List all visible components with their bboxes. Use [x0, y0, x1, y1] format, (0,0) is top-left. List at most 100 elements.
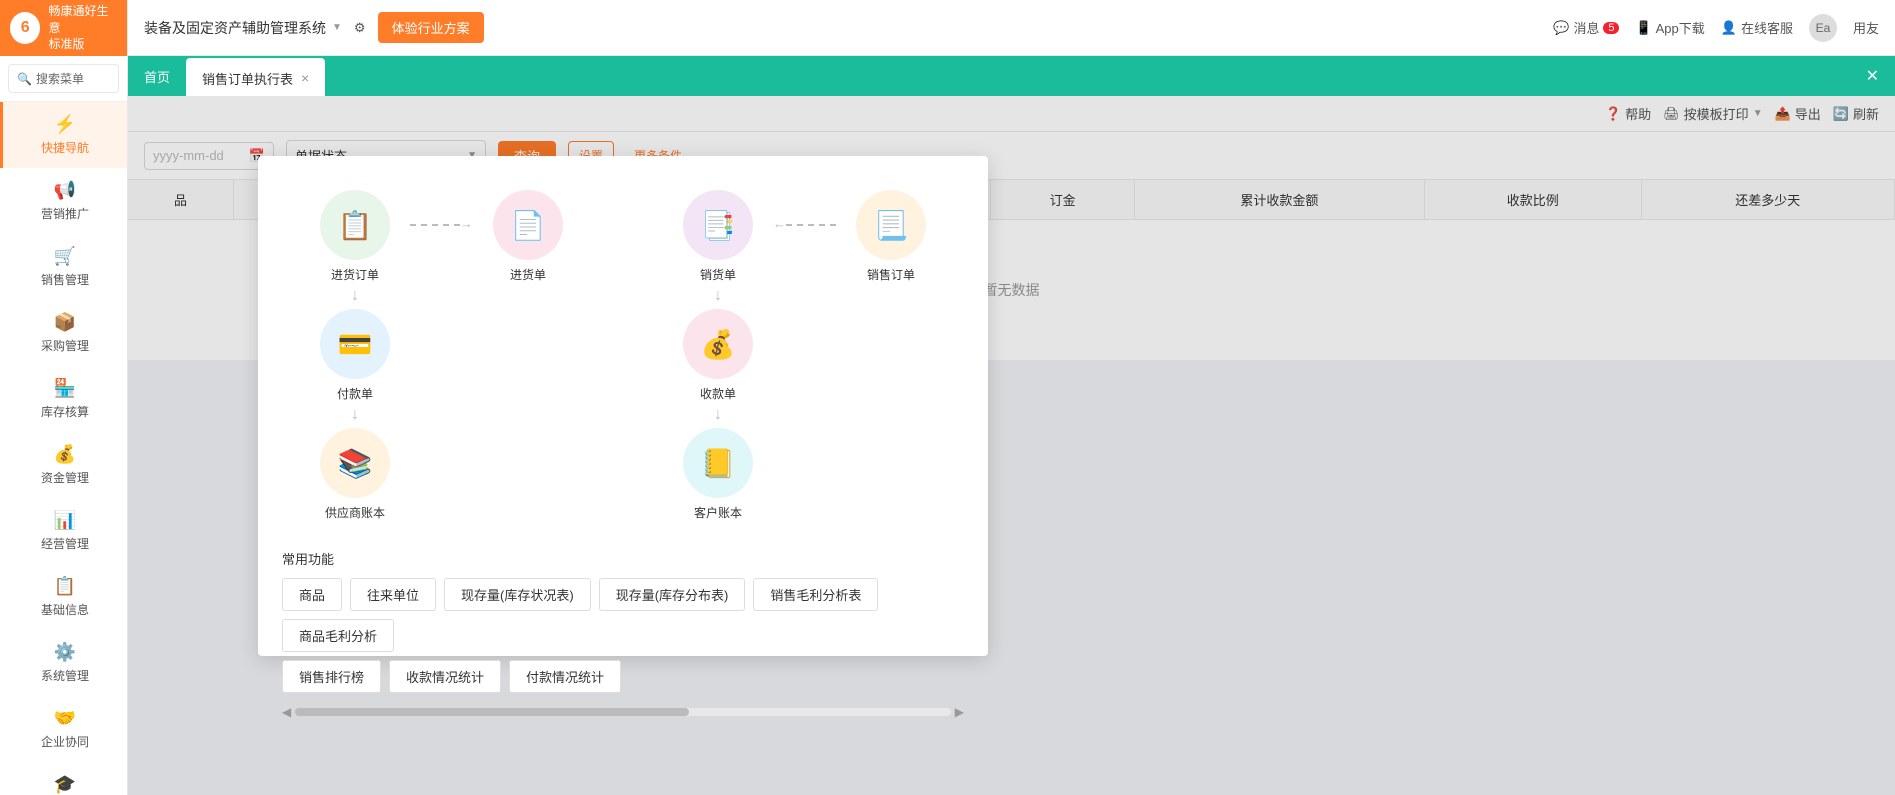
inventory-icon: 🏪 [54, 378, 76, 399]
user-button[interactable]: 用友 [1853, 18, 1879, 37]
btn-sales-profit[interactable]: 销售毛利分析表 [753, 578, 878, 611]
scroll-right-arrow[interactable]: ▶ [955, 705, 964, 719]
scroll-track[interactable] [295, 708, 951, 716]
flow-node-purchase-bill[interactable]: 📄 进货单 [473, 190, 583, 283]
message-button[interactable]: 💬 消息 5 [1553, 18, 1619, 37]
flow-right-col: 📃 销售订单 [836, 190, 946, 283]
operation-icon: 📊 [54, 510, 76, 531]
sidebar-item-inventory-label: 库存核算 [41, 403, 89, 420]
service-icon: 👤 [1721, 20, 1737, 36]
tab-home[interactable]: 首页 [128, 56, 186, 96]
tab-bar: 首页 销售订单执行表 × ✕ [128, 56, 1895, 96]
content-area: ❓ 帮助 🖨 按模板打印 ▼ 📤 导出 🔄 刷新 [128, 96, 1895, 795]
message-icon: 💬 [1553, 20, 1569, 36]
settings-button[interactable]: ⚙ [354, 20, 366, 36]
flow-mid-left-col: 📄 进货单 [473, 190, 583, 283]
arrow-down-4: ↓ [683, 402, 753, 428]
flow-node-customer[interactable]: 📒 客户账本 [663, 428, 773, 521]
sidebar-item-basic[interactable]: 📋 基础信息 [0, 564, 127, 630]
sidebar-item-collab-label: 企业协同 [41, 733, 89, 750]
sidebar-item-system[interactable]: ⚙️ 系统管理 [0, 630, 127, 696]
flow-mid-right-col: 📑 销货单 ↓ 💰 收款单 [663, 190, 773, 521]
payment-label: 付款单 [337, 385, 373, 402]
sidebar-item-quick-label: 快捷导航 [41, 139, 89, 156]
supplier-icon: 📚 [320, 428, 390, 498]
purchase-order-icon: 📋 [320, 190, 390, 260]
common-functions-title: 常用功能 [282, 549, 964, 568]
sidebar-item-marketing[interactable]: 📢 营销推广 [0, 168, 127, 234]
sidebar-item-quick[interactable]: ⚡ 快捷导航 [0, 102, 127, 168]
arrow-down-1: ↓ [320, 283, 390, 309]
quick-icon: ⚡ [54, 114, 76, 135]
arrow-h-1: → [410, 190, 473, 231]
top-header: 装备及固定资产辅助管理系统 ▼ ⚙ 体验行业方案 💬 消息 5 📱 App下载 … [128, 0, 1895, 56]
gear-icon: ⚙ [354, 20, 366, 36]
sidebar-item-system-label: 系统管理 [41, 667, 89, 684]
customer-label: 客户账本 [694, 504, 742, 521]
payment-icon: 💳 [320, 309, 390, 379]
common-btns-row1: 商品 往来单位 现存量(库存状况表) 现存量(库存分布表) 销售毛利分析表 商品… [282, 578, 964, 652]
flow-node-supplier[interactable]: 📚 供应商账本 [300, 428, 410, 521]
experience-button[interactable]: 体验行业方案 [378, 12, 484, 43]
btn-stock-dist[interactable]: 现存量(库存分布表) [599, 578, 746, 611]
sidebar-item-guide[interactable]: 🎓 新手引导 [0, 762, 127, 795]
arrow-down-3: ↓ [683, 283, 753, 309]
sidebar-logo: 6 畅康通好生意 标准版 [0, 0, 127, 56]
search-icon: 🔍 [17, 72, 32, 86]
btn-product-profit[interactable]: 商品毛利分析 [282, 619, 394, 652]
online-service-button[interactable]: 👤 在线客服 [1721, 18, 1793, 37]
scroll-bar: ◀ ▶ [282, 705, 964, 719]
sidebar-item-purchase[interactable]: 📦 采购管理 [0, 300, 127, 366]
btn-receipt-stats[interactable]: 收款情况统计 [389, 660, 501, 693]
purchase-bill-label: 进货单 [510, 266, 546, 283]
receipt-label: 收款单 [700, 385, 736, 402]
sidebar: 6 畅康通好生意 标准版 🔍 搜索菜单 ⚡ 快捷导航 📢 营销推广 🛒 [0, 0, 128, 795]
btn-payment-stats[interactable]: 付款情况统计 [509, 660, 621, 693]
flow-node-payment[interactable]: 💳 付款单 [300, 309, 410, 402]
sidebar-item-inventory[interactable]: 🏪 库存核算 [0, 366, 127, 432]
message-label: 消息 [1573, 18, 1599, 37]
flow-node-purchase-order[interactable]: 📋 进货订单 [300, 190, 410, 283]
user-label: 用友 [1853, 18, 1879, 37]
common-btns-row2: 销售排行榜 收款情况统计 付款情况统计 [282, 660, 964, 693]
system-dropdown-icon[interactable]: ▼ [332, 22, 342, 33]
flow-node-sale-bill[interactable]: 📑 销货单 [663, 190, 773, 283]
download-icon: 📱 [1635, 20, 1651, 36]
tab-sales-order[interactable]: 销售订单执行表 × [186, 58, 325, 98]
flow-left-col: 📋 进货订单 ↓ 💳 付款单 [300, 190, 410, 521]
collab-icon: 🤝 [54, 708, 76, 729]
search-menu-button[interactable]: 🔍 搜索菜单 [8, 64, 119, 93]
arrow-down-2: ↓ [320, 402, 390, 428]
sidebar-item-finance-label: 资金管理 [41, 469, 89, 486]
sale-order-icon: 📃 [856, 190, 926, 260]
sidebar-item-finance[interactable]: 💰 资金管理 [0, 432, 127, 498]
scroll-left-arrow[interactable]: ◀ [282, 705, 291, 719]
guide-icon: 🎓 [54, 774, 76, 795]
btn-sales-rank[interactable]: 销售排行榜 [282, 660, 381, 693]
sidebar-nav: ⚡ 快捷导航 📢 营销推广 🛒 销售管理 📦 采购管理 🏪 库存核算 💰 [0, 102, 127, 795]
arrow-h-2: ← [773, 190, 836, 231]
purchase-icon: 📦 [54, 312, 76, 333]
flow-node-receipt[interactable]: 💰 收款单 [663, 309, 773, 402]
header-actions: 💬 消息 5 📱 App下载 👤 在线客服 Ea 用友 [1553, 14, 1879, 42]
tab-close-icon[interactable]: × [301, 70, 309, 86]
sidebar-item-sales-label: 销售管理 [41, 271, 89, 288]
sidebar-item-sales[interactable]: 🛒 销售管理 [0, 234, 127, 300]
sidebar-item-purchase-label: 采购管理 [41, 337, 89, 354]
main-area: 装备及固定资产辅助管理系统 ▼ ⚙ 体验行业方案 💬 消息 5 📱 App下载 … [128, 0, 1895, 795]
basic-icon: 📋 [54, 576, 76, 597]
sidebar-item-collab[interactable]: 🤝 企业协同 [0, 696, 127, 762]
btn-product[interactable]: 商品 [282, 578, 342, 611]
tab-bar-close-button[interactable]: ✕ [1850, 66, 1895, 86]
sidebar-item-marketing-label: 营销推广 [41, 205, 89, 222]
app-download-button[interactable]: 📱 App下载 [1635, 18, 1704, 37]
sidebar-item-basic-label: 基础信息 [41, 601, 89, 618]
purchase-order-label: 进货订单 [331, 266, 379, 283]
sidebar-item-operation[interactable]: 📊 经营管理 [0, 498, 127, 564]
flow-node-sale-order[interactable]: 📃 销售订单 [836, 190, 946, 283]
message-badge: 5 [1603, 22, 1619, 34]
user-avatar[interactable]: Ea [1809, 14, 1837, 42]
btn-partner[interactable]: 往来单位 [350, 578, 436, 611]
finance-icon: 💰 [54, 444, 76, 465]
btn-stock-status[interactable]: 现存量(库存状况表) [444, 578, 591, 611]
